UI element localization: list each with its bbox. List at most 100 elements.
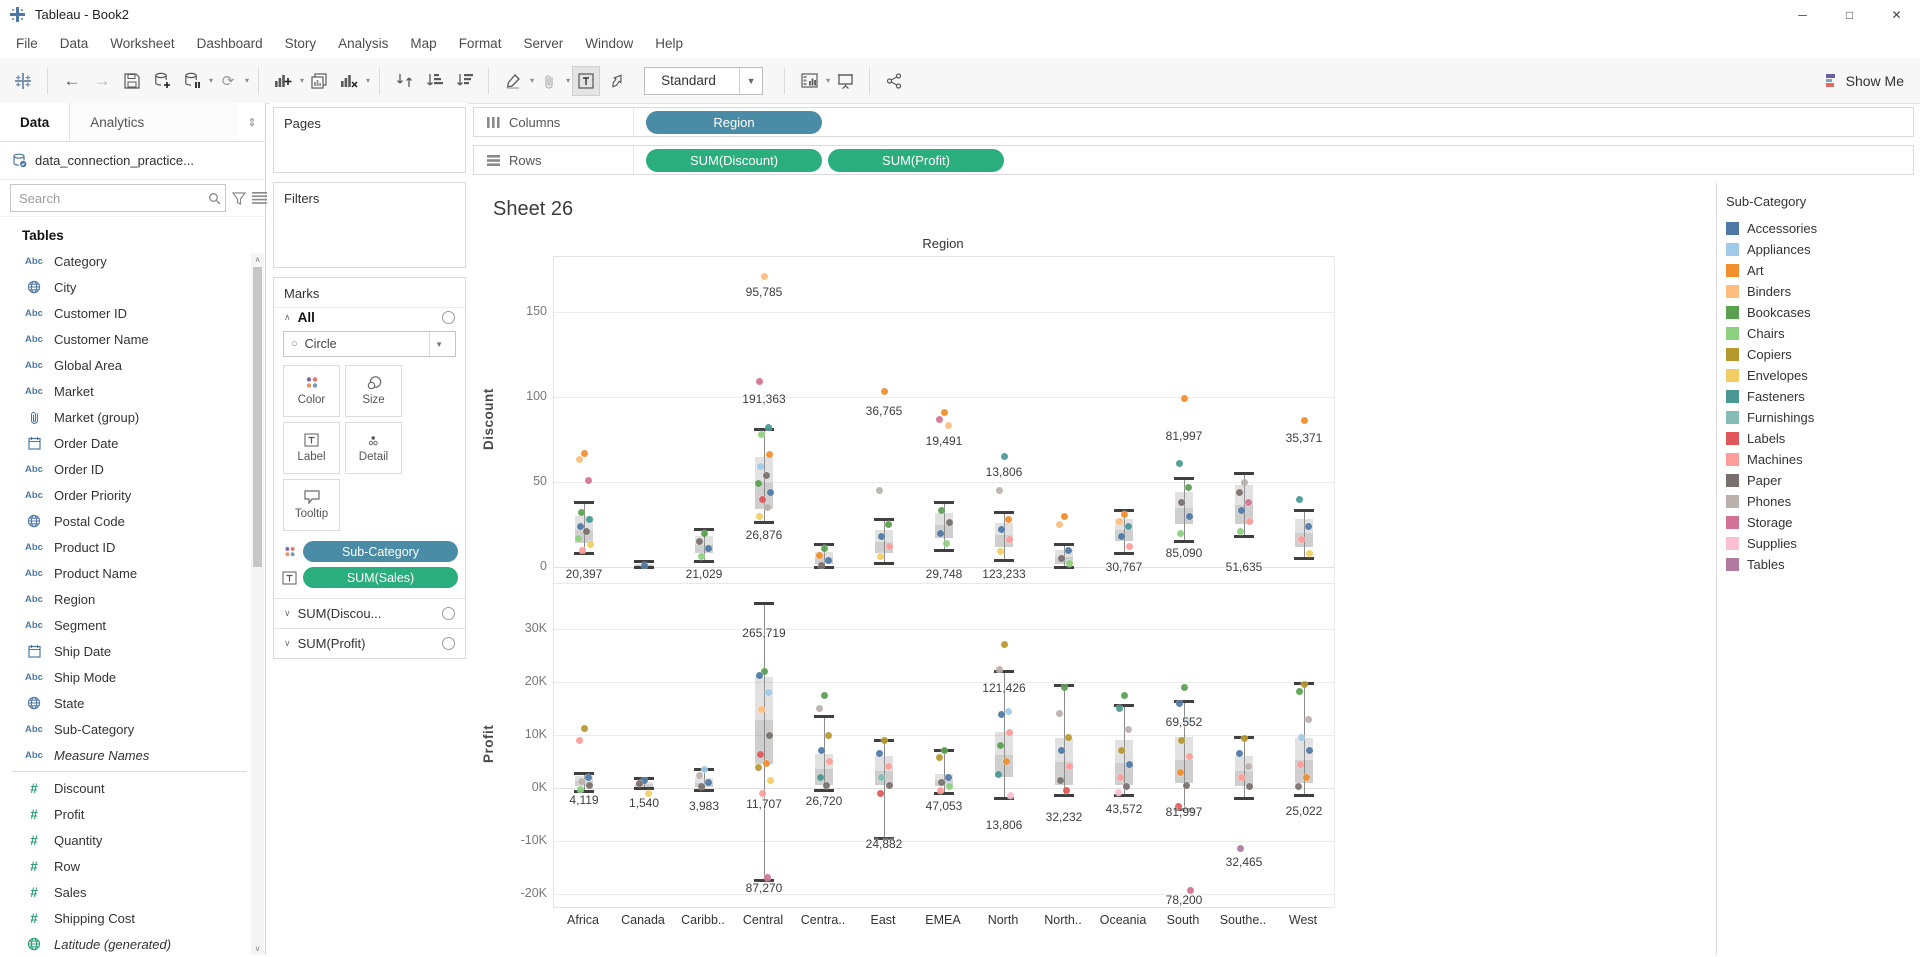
pill-sum-discount-[interactable]: SUM(Discount) <box>646 148 822 172</box>
mark-circle[interactable] <box>757 430 765 438</box>
chevron-down-icon[interactable]: ▾ <box>826 76 830 85</box>
mark-circle[interactable] <box>1002 758 1010 765</box>
mark-circle[interactable] <box>815 551 823 559</box>
mark-circle[interactable] <box>757 706 765 714</box>
mark-circle[interactable] <box>577 509 585 517</box>
x-axis-label[interactable]: Central <box>733 913 793 927</box>
mark-circle[interactable] <box>1237 773 1245 781</box>
mark-circle[interactable] <box>1004 515 1012 523</box>
mark-circle[interactable] <box>585 781 593 789</box>
mark-circle[interactable] <box>766 488 774 496</box>
field-shipping-cost[interactable]: # Shipping Cost <box>0 905 265 931</box>
x-axis-label[interactable]: South <box>1153 913 1213 927</box>
mark-circle[interactable] <box>1125 760 1133 768</box>
pill-sub-category[interactable]: Sub-Category <box>303 541 458 562</box>
mark-circle[interactable] <box>936 529 944 537</box>
view-options-icon[interactable] <box>252 192 267 204</box>
x-axis-label[interactable]: Centra.. <box>793 913 853 927</box>
mark-circle[interactable] <box>942 539 950 547</box>
mark-circle[interactable] <box>765 731 773 739</box>
add-datasource-icon[interactable] <box>149 67 175 95</box>
field-state[interactable]: State <box>0 690 265 716</box>
field-product-id[interactable]: Abc Product ID <box>0 534 265 560</box>
mark-circle[interactable] <box>580 724 588 732</box>
mark-circle[interactable] <box>816 773 824 781</box>
mark-circle[interactable] <box>1184 483 1192 491</box>
legend-title[interactable]: Sub-Category <box>1726 194 1920 209</box>
mark-circle[interactable] <box>1180 395 1188 403</box>
field-region[interactable]: Abc Region <box>0 586 265 612</box>
x-axis-label[interactable]: North.. <box>1033 913 1093 927</box>
mark-circle[interactable] <box>817 747 825 755</box>
mark-circle[interactable] <box>1115 705 1123 712</box>
mark-circle[interactable] <box>1235 488 1243 496</box>
mark-circle[interactable] <box>945 519 953 527</box>
mark-circle[interactable] <box>940 408 948 416</box>
mark-circle[interactable] <box>580 449 588 457</box>
mark-circle[interactable] <box>578 546 586 554</box>
mark-circle[interactable] <box>885 781 893 789</box>
mark-circle[interactable] <box>1176 768 1184 776</box>
mark-circle[interactable] <box>1115 517 1123 525</box>
field-customer-name[interactable]: Abc Customer Name <box>0 326 265 352</box>
mark-circle[interactable] <box>1304 715 1312 723</box>
mark-circle[interactable] <box>1122 782 1130 790</box>
mark-circle[interactable] <box>1235 750 1243 758</box>
mark-circle[interactable] <box>756 463 764 471</box>
data-pane-scrollbar[interactable]: ∧ ∨ <box>251 253 264 955</box>
menu-window[interactable]: Window <box>574 36 644 51</box>
view-mode-dropdown[interactable]: Standard ▼ <box>644 66 764 95</box>
rows-shelf[interactable]: Rows SUM(Discount) SUM(Profit) <box>473 145 1914 175</box>
mark-circle[interactable] <box>996 548 1004 556</box>
mark-circle[interactable] <box>997 526 1005 534</box>
mark-circle[interactable] <box>1064 546 1072 554</box>
mark-circle[interactable] <box>995 487 1003 494</box>
legend-item-chairs[interactable]: Chairs <box>1726 323 1920 344</box>
label-button[interactable]: Label <box>283 422 340 474</box>
legend-item-machines[interactable]: Machines <box>1726 449 1920 470</box>
mark-circle[interactable] <box>822 781 830 789</box>
mark-circle[interactable] <box>1005 729 1013 737</box>
mark-circle[interactable] <box>885 543 893 551</box>
legend-item-tables[interactable]: Tables <box>1726 554 1920 575</box>
close-button[interactable]: ✕ <box>1873 0 1920 29</box>
scroll-up-icon[interactable]: ∧ <box>251 253 264 266</box>
tab-data[interactable]: Data <box>0 103 69 141</box>
sort-descending-icon[interactable] <box>451 67 477 95</box>
mark-circle[interactable] <box>756 751 764 759</box>
swap-rows-columns-icon[interactable] <box>391 67 417 95</box>
mark-circle[interactable] <box>1244 763 1252 771</box>
pill-region[interactable]: Region <box>646 110 822 134</box>
field-profit[interactable]: # Profit <box>0 801 265 827</box>
mark-circle[interactable] <box>754 764 762 772</box>
mark-circle[interactable] <box>1305 747 1313 755</box>
mark-circle[interactable] <box>876 553 884 561</box>
mark-circle[interactable] <box>576 522 584 530</box>
chevron-down-icon[interactable]: ▾ <box>530 76 534 85</box>
marks-card-sum-profit-[interactable]: ∨ SUM(Profit) <box>274 628 465 658</box>
highlight-icon[interactable] <box>500 67 526 95</box>
mark-circle[interactable] <box>1244 498 1252 506</box>
mark-circle[interactable] <box>1300 417 1308 425</box>
menu-map[interactable]: Map <box>399 36 447 51</box>
pill-sum-sales-[interactable]: SUM(Sales) <box>303 567 458 588</box>
mark-circle[interactable] <box>997 711 1005 719</box>
mark-circle[interactable] <box>584 773 592 781</box>
filters-card[interactable]: Filters <box>273 182 466 268</box>
mark-circle[interactable] <box>766 776 774 784</box>
forward-icon[interactable]: → <box>89 67 115 95</box>
mark-circle[interactable] <box>762 471 770 479</box>
field-latitude-generated-[interactable]: Latitude (generated) <box>0 931 265 957</box>
marks-all-section[interactable]: ∧ All <box>274 307 465 329</box>
legend-item-copiers[interactable]: Copiers <box>1726 344 1920 365</box>
mark-circle[interactable] <box>695 538 703 545</box>
search-input[interactable] <box>11 190 203 206</box>
mark-circle[interactable] <box>817 561 825 569</box>
field-market-group-[interactable]: Market (group) <box>0 404 265 430</box>
field-discount[interactable]: # Discount <box>0 775 265 801</box>
x-axis-label[interactable]: Oceania <box>1093 913 1153 927</box>
field-city[interactable]: City <box>0 274 265 300</box>
mark-circle[interactable] <box>700 529 708 537</box>
back-icon[interactable]: ← <box>59 67 85 95</box>
search-field[interactable] <box>10 184 226 212</box>
